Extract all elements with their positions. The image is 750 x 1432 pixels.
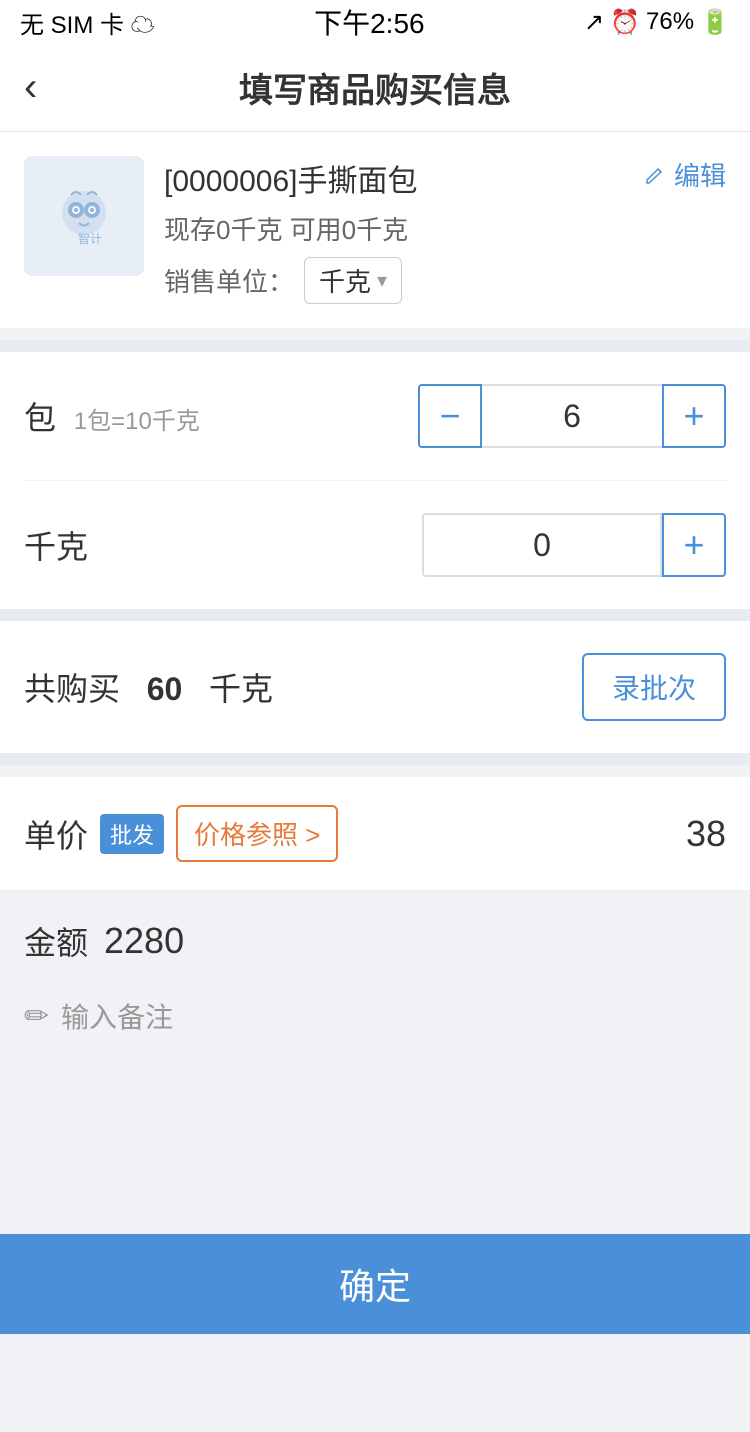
total-amount: 60 [147, 671, 183, 707]
edit-button[interactable]: 编辑 [644, 156, 726, 193]
dropdown-icon: ▾ [377, 268, 387, 293]
status-bar: 无 SIM 卡 ☁ 下午2:56 ↗ ⏰ 76% 🔋 [0, 0, 750, 44]
bao-increment-button[interactable]: + [662, 384, 726, 448]
total-label: 共购买 60 千克 [24, 671, 273, 707]
product-thumb-icon: 智计 [49, 175, 119, 257]
unit-value: 千克 [319, 262, 371, 299]
product-stock: 现存0千克 可用0千克 [164, 210, 726, 247]
product-thumbnail: 智计 [24, 156, 144, 276]
price-ref-button[interactable]: 价格参照 > [176, 805, 338, 862]
divider-2 [0, 609, 750, 621]
qianke-increment-button[interactable]: + [662, 513, 726, 577]
status-left: 无 SIM 卡 ☁ [20, 5, 155, 40]
product-card: 智计 [0000006]手撕面包 编辑 现存0千克 可用0千克 销售单位： 千克… [0, 132, 750, 328]
price-section: 单价 批发 价格参照 > 38 [0, 777, 750, 890]
bao-label-group: 包 1包=10千克 [24, 393, 200, 439]
bao-label: 包 [24, 400, 56, 436]
remark-row[interactable]: ✏ 输入备注 [24, 980, 726, 1052]
total-section: 共购买 60 千克 录批次 [0, 621, 750, 753]
quantity-section: 包 1包=10千克 − + 千克 + [0, 352, 750, 609]
bao-sub: 1包=10千克 [74, 408, 200, 435]
divider-3 [0, 753, 750, 765]
amount-value: 2280 [104, 920, 184, 962]
remark-icon: ✏ [24, 999, 49, 1034]
confirm-bar[interactable]: 确定 [0, 1234, 750, 1334]
bao-control: − + [418, 384, 726, 448]
price-tag: 批发 [100, 814, 164, 854]
unit-select[interactable]: 千克 ▾ [304, 257, 402, 304]
bao-input[interactable] [482, 384, 662, 448]
edit-label: 编辑 [674, 156, 726, 193]
price-row: 单价 批发 价格参照 > 38 [24, 805, 726, 862]
total-row: 共购买 60 千克 录批次 [24, 621, 726, 753]
svg-text:智计: 智计 [78, 231, 102, 245]
qianke-input[interactable] [422, 513, 662, 577]
amount-section: 金额 2280 ✏ 输入备注 [0, 890, 750, 1052]
qianke-label: 千克 [24, 522, 88, 568]
product-unit-row: 销售单位： 千克 ▾ [164, 257, 726, 304]
battery-label: 76% [646, 8, 694, 36]
battery-icon: 🔋 [700, 8, 730, 37]
back-button[interactable]: ‹ [24, 65, 37, 110]
batch-button[interactable]: 录批次 [582, 653, 726, 721]
price-label: 单价 [24, 811, 88, 857]
remark-text: 输入备注 [61, 996, 173, 1036]
bao-decrement-button[interactable]: − [418, 384, 482, 448]
alarm-icon: ⏰ [610, 8, 640, 37]
divider-1 [0, 340, 750, 352]
product-name: [0000006]手撕面包 [164, 156, 644, 200]
price-label-group: 单价 批发 价格参照 > [24, 805, 338, 862]
qianke-row: 千克 + [24, 481, 726, 609]
status-time: 下午2:56 [314, 2, 425, 42]
amount-label: 金额 [24, 918, 88, 964]
location-icon: ↗ [584, 8, 604, 37]
total-text-group: 共购买 60 千克 [24, 664, 273, 710]
qianke-control: + [422, 513, 726, 577]
unit-label: 销售单位： [164, 262, 294, 299]
sim-label: 无 SIM 卡 ☁ [20, 5, 155, 40]
price-value: 38 [686, 813, 726, 855]
product-info: [0000006]手撕面包 编辑 现存0千克 可用0千克 销售单位： 千克 ▾ [164, 156, 726, 304]
page-title: 填写商品购买信息 [239, 63, 511, 112]
nav-bar: ‹ 填写商品购买信息 [0, 44, 750, 132]
status-right: ↗ ⏰ 76% 🔋 [584, 8, 730, 37]
confirm-button[interactable]: 确定 [339, 1258, 411, 1310]
bao-row: 包 1包=10千克 − + [24, 352, 726, 481]
amount-row: 金额 2280 [24, 918, 726, 980]
